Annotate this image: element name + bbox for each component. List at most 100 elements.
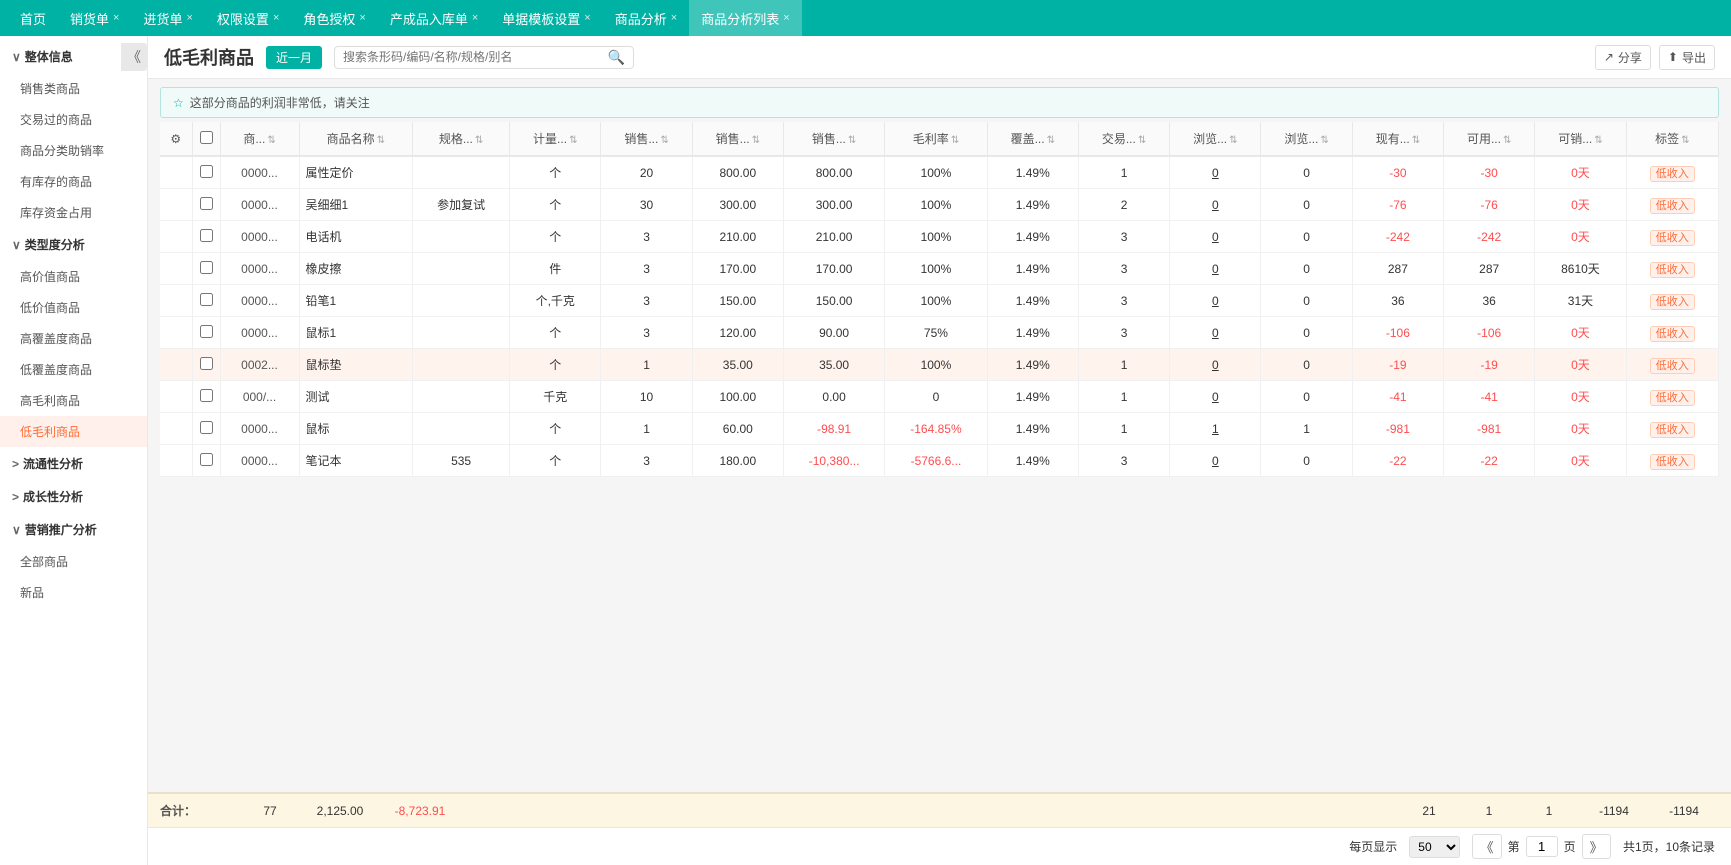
col-sale-amount[interactable]: 销售...⇅: [783, 122, 884, 156]
sidebar-group-type[interactable]: ∨ 类型度分析: [0, 228, 147, 261]
sidebar-item-sales-products[interactable]: 销售类商品: [0, 73, 147, 104]
cell-view1[interactable]: 0: [1170, 381, 1261, 413]
cell-checkbox[interactable]: [192, 413, 220, 445]
cell-view1[interactable]: 0: [1170, 221, 1261, 253]
sidebar-item-stock-capital[interactable]: 库存资金占用: [0, 197, 147, 228]
nav-item-permissions[interactable]: 权限设置 ×: [205, 0, 291, 36]
cell-view1[interactable]: 0: [1170, 445, 1261, 477]
sidebar-item-low-margin[interactable]: 低毛利商品: [0, 416, 147, 447]
close-icon[interactable]: ×: [273, 12, 279, 24]
cell-checkbox[interactable]: [192, 156, 220, 189]
close-icon[interactable]: ×: [783, 12, 789, 24]
row-checkbox[interactable]: [200, 325, 213, 338]
cell-code: 0000...: [220, 253, 299, 285]
cell-checkbox[interactable]: [192, 189, 220, 221]
nav-item-template[interactable]: 单据模板设置 ×: [490, 0, 602, 36]
nav-item-analysis[interactable]: 商品分析 ×: [603, 0, 689, 36]
col-current[interactable]: 现有...⇅: [1352, 122, 1443, 156]
col-unit[interactable]: 计量...⇅: [510, 122, 601, 156]
row-checkbox[interactable]: [200, 421, 213, 434]
sidebar-item-high-coverage[interactable]: 高覆盖度商品: [0, 323, 147, 354]
row-checkbox[interactable]: [200, 229, 213, 242]
cell-view1[interactable]: 1: [1170, 413, 1261, 445]
col-gross-rate[interactable]: 毛利率⇅: [885, 122, 987, 156]
col-view2[interactable]: 浏览...⇅: [1261, 122, 1352, 156]
row-checkbox[interactable]: [200, 197, 213, 210]
sidebar-group-growth[interactable]: > 成长性分析: [0, 480, 147, 513]
cell-checkbox[interactable]: [192, 285, 220, 317]
sidebar-item-high-margin[interactable]: 高毛利商品: [0, 385, 147, 416]
filter-button[interactable]: 近一月: [266, 46, 322, 69]
cell-settings: [160, 349, 192, 381]
col-view1[interactable]: 浏览...⇅: [1170, 122, 1261, 156]
per-page-select[interactable]: 50 100 200: [1409, 836, 1460, 858]
col-coverage[interactable]: 覆盖...⇅: [987, 122, 1078, 156]
close-icon[interactable]: ×: [671, 12, 677, 24]
col-spec[interactable]: 规格...⇅: [413, 122, 510, 156]
cell-checkbox[interactable]: [192, 221, 220, 253]
cell-checkbox[interactable]: [192, 445, 220, 477]
close-icon[interactable]: ×: [472, 12, 478, 24]
close-icon[interactable]: ×: [113, 12, 119, 24]
sidebar-group-flow[interactable]: > 流通性分析: [0, 447, 147, 480]
col-tag[interactable]: 标签⇅: [1626, 122, 1718, 156]
cell-checkbox[interactable]: [192, 317, 220, 349]
sidebar-group-marketing[interactable]: ∨ 营销推广分析: [0, 513, 147, 546]
cell-view1[interactable]: 0: [1170, 317, 1261, 349]
cell-sale-amount: 35.00: [783, 349, 884, 381]
sidebar-item-low-value[interactable]: 低价值商品: [0, 292, 147, 323]
row-checkbox[interactable]: [200, 453, 213, 466]
sidebar-item-new-products[interactable]: 新品: [0, 577, 147, 608]
select-all-checkbox[interactable]: [200, 131, 213, 144]
col-sale-price[interactable]: 销售...⇅: [692, 122, 783, 156]
search-input[interactable]: [343, 50, 608, 64]
cell-view1[interactable]: 0: [1170, 189, 1261, 221]
col-available[interactable]: 可用...⇅: [1444, 122, 1535, 156]
col-sale-count[interactable]: 销售...⇅: [601, 122, 692, 156]
col-settings[interactable]: ⚙: [160, 122, 192, 156]
close-icon[interactable]: ×: [359, 12, 365, 24]
table-row: 0000... 笔记本 535 个 3 180.00 -10,380... -5…: [160, 445, 1719, 477]
sidebar-item-all-products[interactable]: 全部商品: [0, 546, 147, 577]
row-checkbox[interactable]: [200, 293, 213, 306]
sidebar-item-category-rate[interactable]: 商品分类助销率: [0, 135, 147, 166]
nav-item-home[interactable]: 首页: [8, 0, 58, 36]
nav-item-analysis-list[interactable]: 商品分析列表 ×: [689, 0, 801, 36]
cell-view1[interactable]: 0: [1170, 253, 1261, 285]
share-button[interactable]: ↗ 分享: [1595, 45, 1651, 70]
sidebar-collapse-button[interactable]: 《: [121, 43, 147, 71]
cell-checkbox[interactable]: [192, 381, 220, 413]
prev-page-button[interactable]: 《: [1472, 834, 1501, 859]
row-checkbox[interactable]: [200, 357, 213, 370]
row-checkbox[interactable]: [200, 389, 213, 402]
close-icon[interactable]: ×: [584, 12, 590, 24]
col-checkbox[interactable]: [192, 122, 220, 156]
cell-current: 287: [1352, 253, 1443, 285]
page-number-input[interactable]: [1526, 836, 1558, 857]
cell-view1[interactable]: 0: [1170, 156, 1261, 189]
cell-view1[interactable]: 0: [1170, 285, 1261, 317]
export-button[interactable]: ⬆ 导出: [1659, 45, 1715, 70]
nav-item-roles[interactable]: 角色授权 ×: [291, 0, 377, 36]
close-icon[interactable]: ×: [186, 12, 192, 24]
sidebar-item-high-value[interactable]: 高价值商品: [0, 261, 147, 292]
cell-view1[interactable]: 0: [1170, 349, 1261, 381]
nav-item-purchase[interactable]: 进货单 ×: [131, 0, 204, 36]
row-checkbox[interactable]: [200, 261, 213, 274]
col-code[interactable]: 商...⇅: [220, 122, 299, 156]
cell-checkbox[interactable]: [192, 253, 220, 285]
sidebar-item-low-coverage[interactable]: 低覆盖度商品: [0, 354, 147, 385]
sidebar-item-traded-products[interactable]: 交易过的商品: [0, 104, 147, 135]
sidebar-item-stock-products[interactable]: 有库存的商品: [0, 166, 147, 197]
search-icon[interactable]: 🔍: [608, 49, 625, 66]
col-name[interactable]: 商品名称⇅: [299, 122, 413, 156]
nav-item-product-entry[interactable]: 产成品入库单 ×: [378, 0, 490, 36]
sidebar-group-overall[interactable]: ∨ 整体信息: [0, 40, 85, 73]
next-page-button[interactable]: 》: [1582, 834, 1611, 859]
col-saleable[interactable]: 可销...⇅: [1535, 122, 1626, 156]
row-checkbox[interactable]: [200, 165, 213, 178]
cell-checkbox[interactable]: [192, 349, 220, 381]
col-trade[interactable]: 交易...⇅: [1078, 122, 1169, 156]
nav-item-sales[interactable]: 销货单 ×: [58, 0, 131, 36]
footer-view2: 1: [1519, 804, 1579, 818]
